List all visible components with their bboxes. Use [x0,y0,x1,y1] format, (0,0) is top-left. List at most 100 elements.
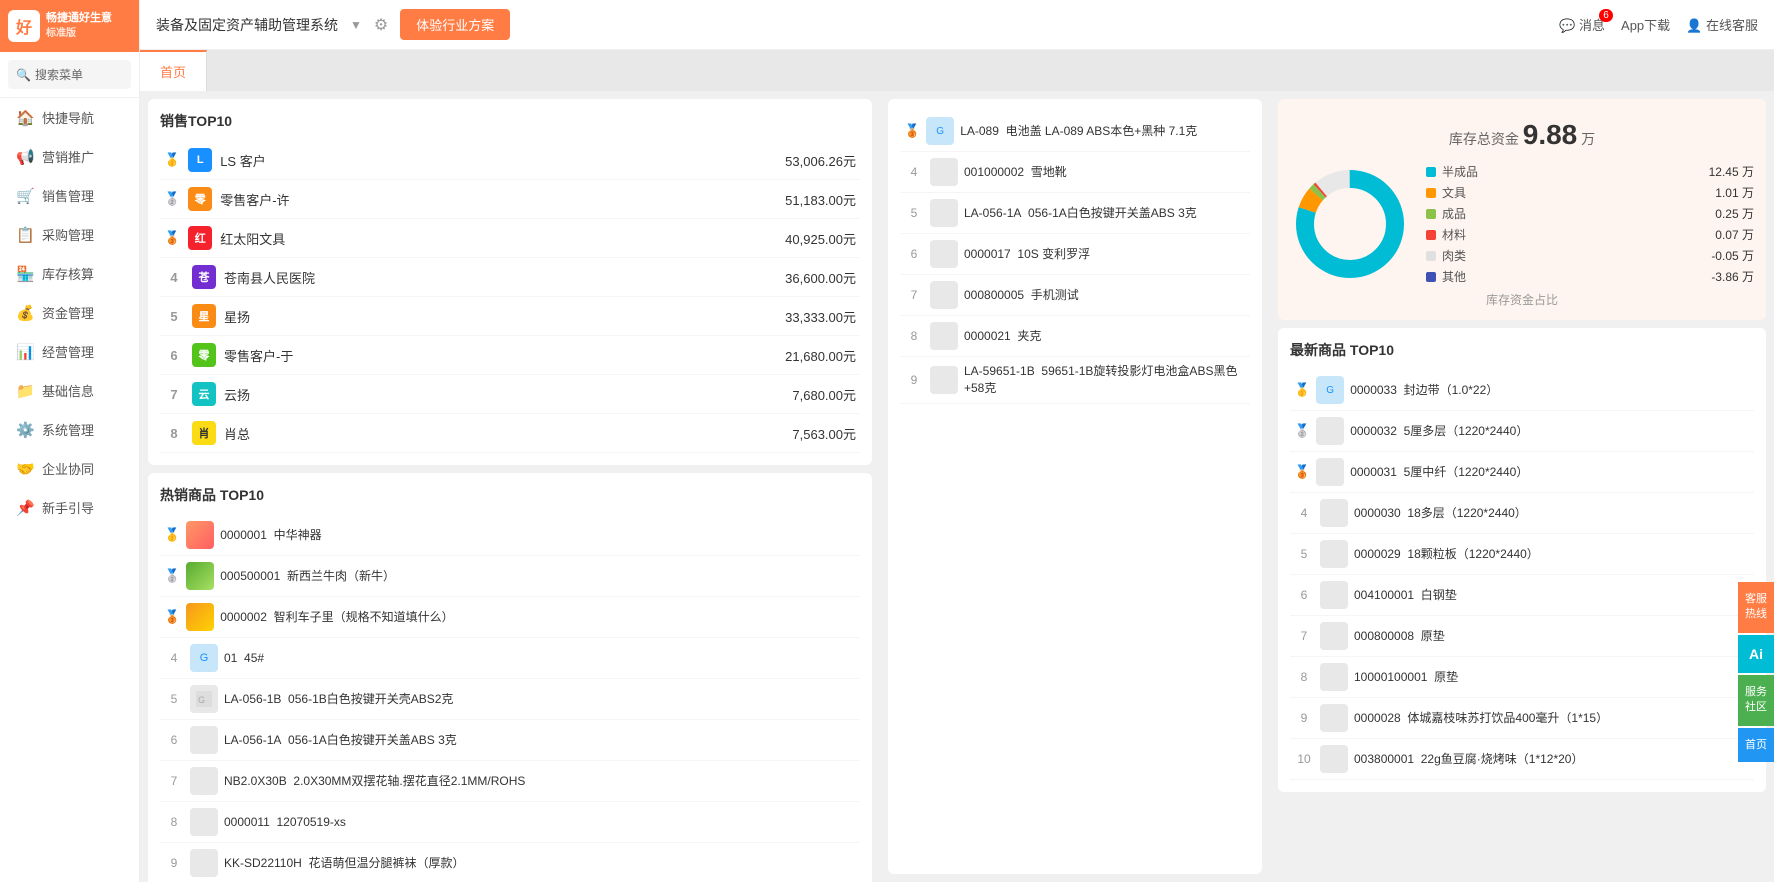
hot-prod-img-8 [190,808,218,836]
customer-rank-card: 销售TOP10 🥇 L LS 客户 53,006.26元 🥈 零 零售客户-许 … [148,99,872,465]
svg-text:G: G [198,695,205,705]
message-badge[interactable]: 💬 6 消息 [1559,15,1605,34]
hot-prod-8: 8 0000011 12070519-xs [160,802,860,843]
new-prod-9: 9 0000028 体城嘉枝味苏打饮品400毫升（1*15） [1290,698,1754,739]
sidebar-item-collab[interactable]: 🤝 企业协同 [0,449,139,488]
collab-icon: 🤝 [16,460,34,478]
hot-prod-img-4: G [190,644,218,672]
hot-prod-6: 6 LA-056-1A 056-1A白色按键开关盖ABS 3克 [160,720,860,761]
sidebar-search-area: 🔍 搜索菜单 [0,52,139,98]
sold-rank-list: 🥉 G LA-089 电池盖 LA-089 ABS本色+黑种 7.1克 4 00… [900,111,1250,404]
new-img-4 [1320,499,1348,527]
tab-home[interactable]: 首页 [140,50,207,91]
sidebar-item-home[interactable]: 🏠 快捷导航 [0,98,139,137]
sold-prod-6: 6 0000017 10S 变利罗浮 [900,234,1250,275]
topbar-right: 💬 6 消息 App下载 👤 在线客服 [1559,15,1758,34]
customer-rank-title: 销售TOP10 [160,111,860,131]
hot-prod-img-1 [186,521,214,549]
sidebar-item-finance[interactable]: 💰 资金管理 [0,293,139,332]
new-prod-8: 8 10000100001 原垫 [1290,657,1754,698]
content-area: 销售TOP10 🥇 L LS 客户 53,006.26元 🥈 零 零售客户-许 … [140,91,1774,882]
purchase-icon: 📋 [16,226,34,244]
sold-prod-9: 9 LA-59651-1B 59651-1B旋转投影灯电池盒ABS黑色+58克 [900,357,1250,404]
sidebar: 好 畅捷通好生意 标准版 🔍 搜索菜单 🏠 快捷导航 📢 营销推广 🛒 销售管理… [0,0,140,882]
sidebar-item-guide[interactable]: 📌 新手引导 [0,488,139,527]
system-icon: ⚙️ [16,421,34,439]
sold-img-4 [930,158,958,186]
float-btn-ai[interactable]: Ai [1738,635,1774,673]
hot-prod-1: 🥇 0000001 中华神器 [160,515,860,556]
hot-medal-3: 🥉 [164,609,180,625]
hot-medal-1: 🥇 [164,527,180,543]
new-prod-3: 🥉 0000031 5厘中纤（1220*2440） [1290,452,1754,493]
new-prod-5: 5 0000029 18颗粒板（1220*2440） [1290,534,1754,575]
logo-icon: 好 [8,10,40,42]
legend-dot-stationery [1426,188,1436,198]
rank-item-1: 🥇 L LS 客户 53,006.26元 [160,141,860,180]
avatar-1: L [188,148,212,172]
basics-icon: 📁 [16,382,34,400]
legend-meat: 肉类 -0.05 万 [1426,247,1754,264]
topbar: 装备及固定资产辅助管理系统 ▼ ⚙ 体验行业方案 💬 6 消息 App下载 👤 … [140,0,1774,50]
sold-medal-3: 🥉 [904,123,920,139]
sold-img-6 [930,240,958,268]
hot-medal-2: 🥈 [164,568,180,584]
sidebar-item-operations[interactable]: 📊 经营管理 [0,332,139,371]
newest-products-card: 最新商品 TOP10 🥇 G 0000033 封边带（1.0*22） 🥈 [1278,328,1766,792]
inventory-total: 库存总资金 9.88 万 [1290,111,1754,163]
rank-item-5: 5 星 星扬 33,333.00元 [160,297,860,336]
main-area: 装备及固定资产辅助管理系统 ▼ ⚙ 体验行业方案 💬 6 消息 App下载 👤 … [140,0,1774,882]
message-icon: 💬 [1559,18,1575,33]
avatar-3: 红 [188,226,212,250]
hot-prod-5: 5 G LA-056-1B 056-1B白色按键开关壳ABS2克 [160,679,860,720]
sold-img-8 [930,322,958,350]
system-title: 装备及固定资产辅助管理系统 [156,15,338,35]
marketing-icon: 📢 [16,148,34,166]
operations-icon: 📊 [16,343,34,361]
dropdown-arrow-icon[interactable]: ▼ [350,18,362,32]
sidebar-item-system[interactable]: ⚙️ 系统管理 [0,410,139,449]
sidebar-item-sales[interactable]: 🛒 销售管理 [0,176,139,215]
gear-icon[interactable]: ⚙ [374,15,388,35]
sidebar-item-marketing[interactable]: 📢 营销推广 [0,137,139,176]
sidebar-item-inventory[interactable]: 🏪 库存核算 [0,254,139,293]
hot-prod-7: 7 NB2.0X30B 2.0X30MM双摆花轴.摆花直径2.1MM/ROHS [160,761,860,802]
sold-img-5 [930,199,958,227]
inventory-card: 库存总资金 9.88 万 [1278,99,1766,320]
sold-img-3: G [926,117,954,145]
new-medal-3: 🥉 [1294,464,1310,480]
sidebar-nav: 🏠 快捷导航 📢 营销推广 🛒 销售管理 📋 采购管理 🏪 库存核算 💰 资金管… [0,98,139,882]
float-btn-community[interactable]: 服务社区 [1738,675,1774,726]
float-buttons: 客服热线 Ai 服务社区 首页 [1738,582,1774,762]
newest-products-list: 🥇 G 0000033 封边带（1.0*22） 🥈 0000032 5厘多层（1… [1290,370,1754,780]
middle-panel: 🥉 G LA-089 电池盖 LA-089 ABS本色+黑种 7.1克 4 00… [880,91,1270,882]
app-download-link[interactable]: App下载 [1621,15,1670,34]
sales-icon: 🛒 [16,187,34,205]
new-img-6 [1320,581,1348,609]
sidebar-item-purchase[interactable]: 📋 采购管理 [0,215,139,254]
online-service-link[interactable]: 👤 在线客服 [1686,15,1758,34]
float-btn-homepage[interactable]: 首页 [1738,728,1774,762]
new-img-10 [1320,745,1348,773]
finance-icon: 💰 [16,304,34,322]
legend-dot-finished [1426,209,1436,219]
legend-dot-semifinished [1426,167,1436,177]
sidebar-item-basics[interactable]: 📁 基础信息 [0,371,139,410]
legend-material: 材料 0.07 万 [1426,226,1754,243]
hot-prod-img-9 [190,849,218,877]
rank-item-2: 🥈 零 零售客户-许 51,183.00元 [160,180,860,219]
rank-item-4: 4 苍 苍南县人民医院 36,600.00元 [160,258,860,297]
hot-prod-img-6 [190,726,218,754]
new-img-8 [1320,663,1348,691]
hot-products-title: 热销商品 TOP10 [160,485,860,505]
inventory-icon: 🏪 [16,265,34,283]
avatar-8: 肖 [192,421,216,445]
tab-bar: 首页 [140,50,1774,91]
newest-products-title: 最新商品 TOP10 [1290,340,1754,360]
medal-1: 🥇 [164,152,180,168]
trial-button[interactable]: 体验行业方案 [400,9,510,40]
search-menu-button[interactable]: 🔍 搜索菜单 [8,60,131,89]
legend-dot-meat [1426,251,1436,261]
float-btn-service[interactable]: 客服热线 [1738,582,1774,633]
new-img-7 [1320,622,1348,650]
